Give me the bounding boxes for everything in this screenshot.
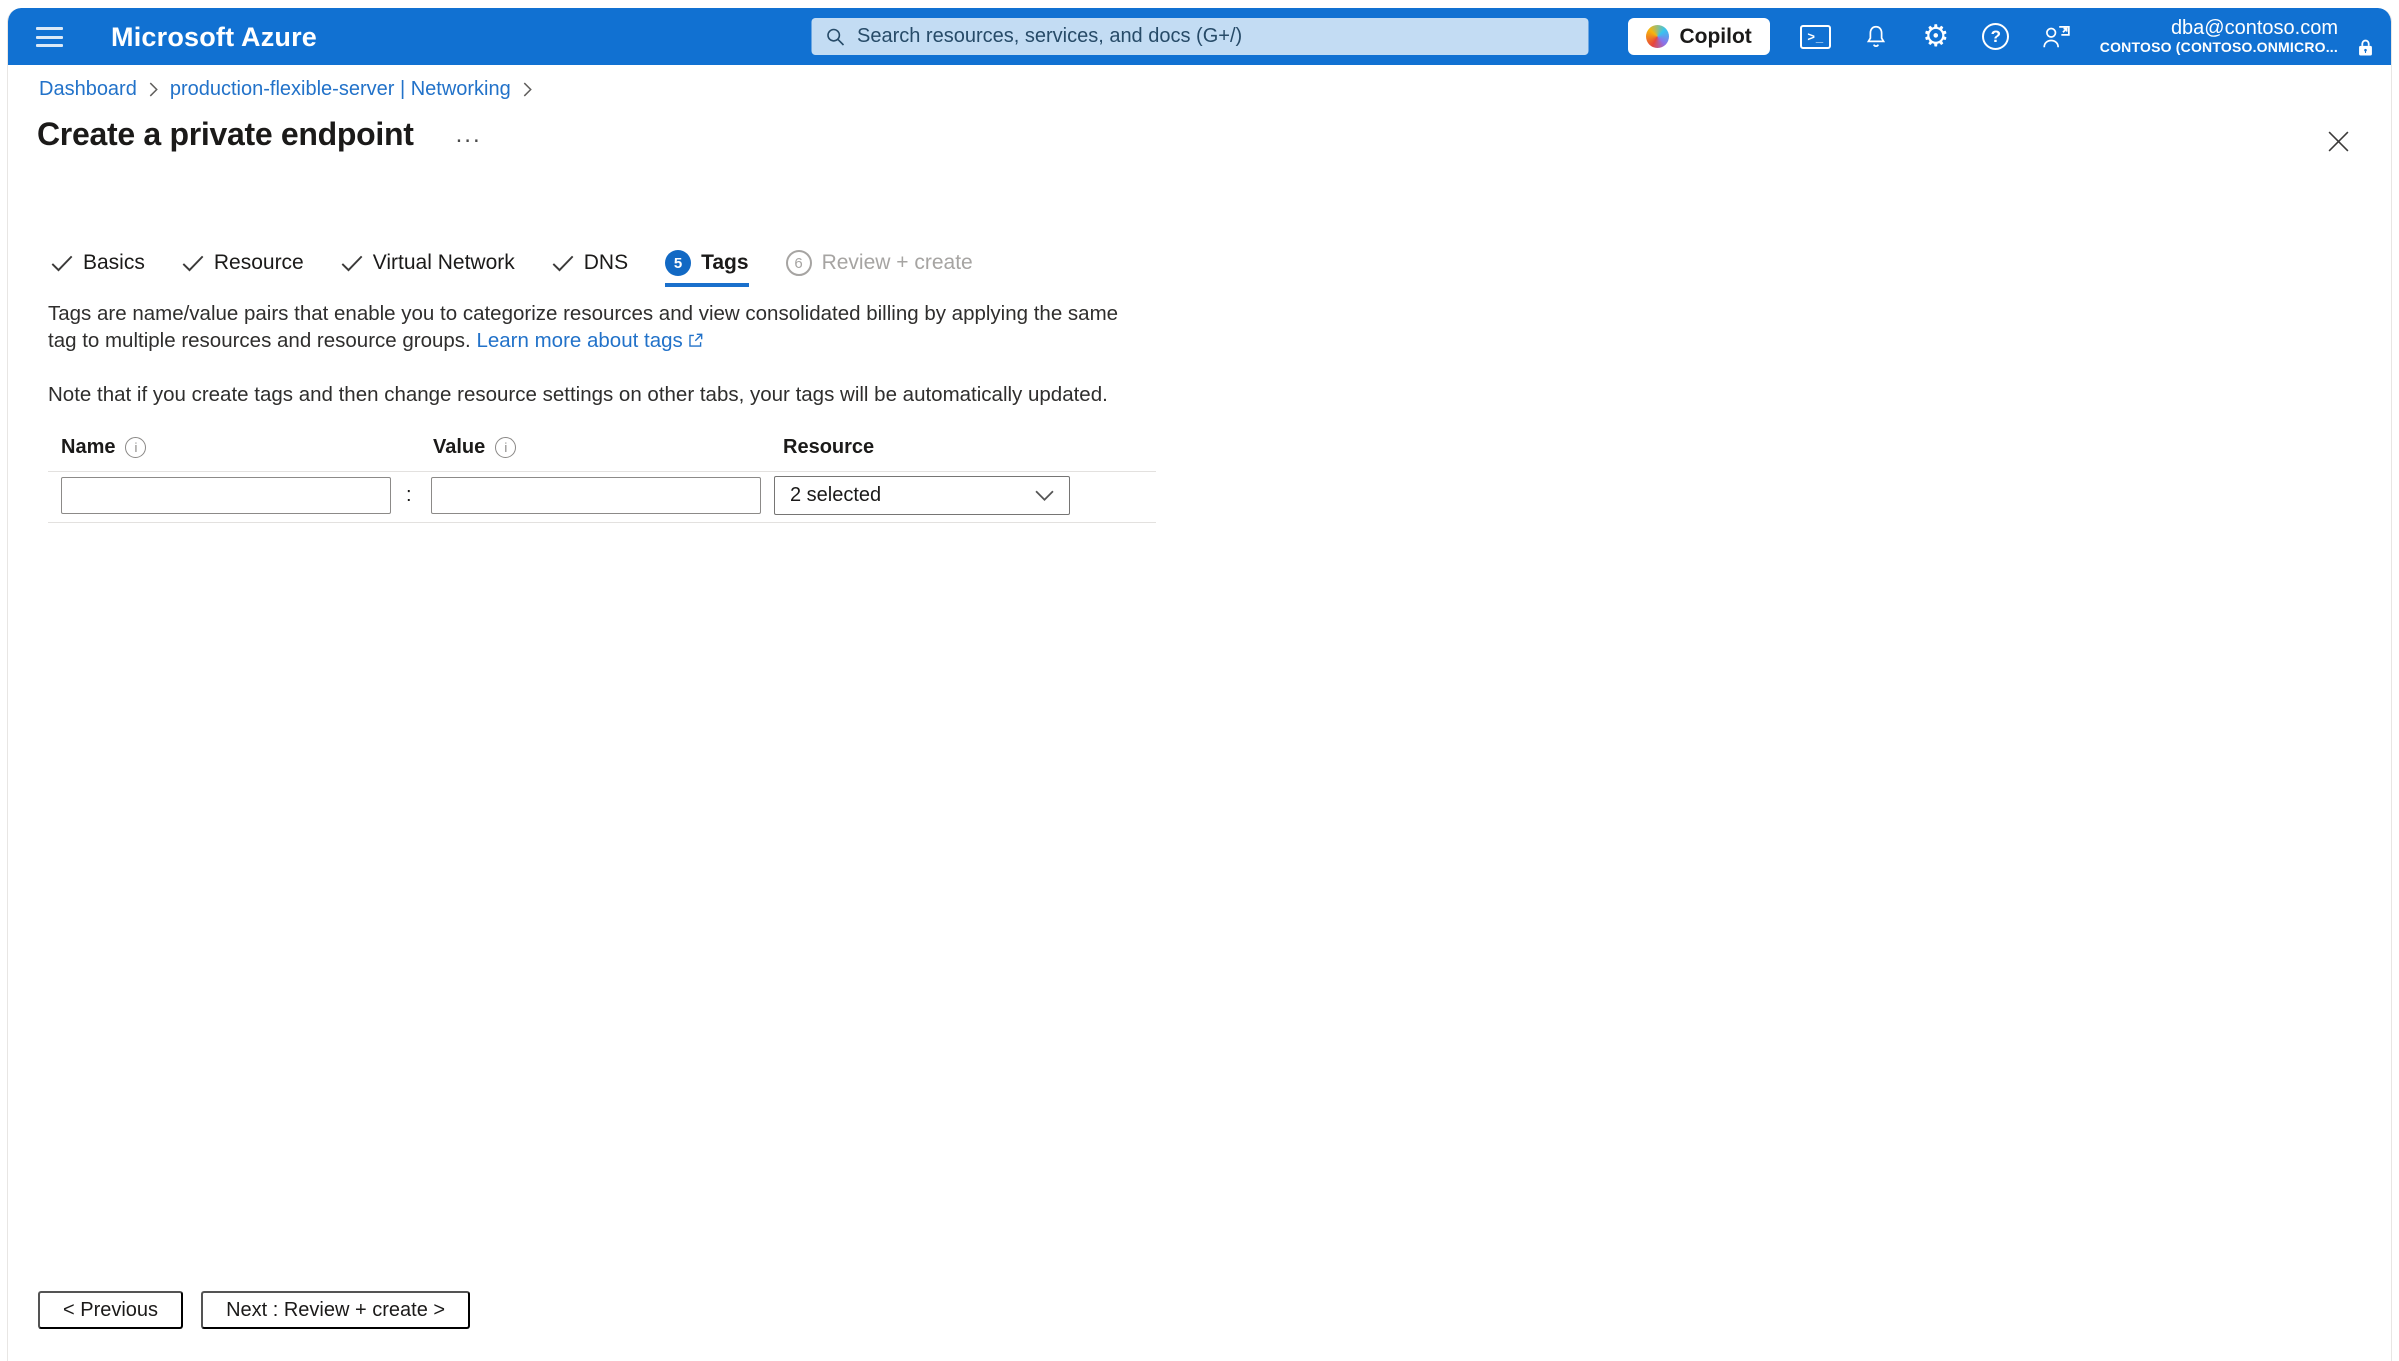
account-tenant: CONTOSO (CONTOSO.ONMICRO... [2099,39,2338,55]
tab-virtual-network[interactable]: Virtual Network [341,245,515,281]
next-review-create-button[interactable]: Next : Review + create > [201,1291,471,1329]
tab-label: Review + create [821,251,973,274]
tab-dns[interactable]: DNS [552,245,628,281]
resource-column-header: Resource [783,436,875,458]
help-button[interactable]: ? [1966,8,2026,65]
learn-more-link[interactable]: Learn more about tags [476,329,703,352]
chevron-right-icon [523,82,532,97]
tags-description: Tags are name/value pairs that enable yo… [48,300,1138,354]
cloud-shell-icon: >_ [1800,24,1832,49]
breadcrumb: Dashboard production-flexible-server | N… [39,78,544,101]
bell-icon [1866,25,1885,47]
hamburger-icon [36,27,63,30]
previous-button[interactable]: < Previous [38,1291,184,1329]
wizard-tabs: Basics Resource Virtual Network DNS 5 Ta… [51,245,973,287]
name-value-separator: : [406,484,412,506]
tab-label: Resource [213,251,304,274]
step-number-badge: 5 [665,250,692,276]
account-info[interactable]: dba@contoso.com CONTOSO (CONTOSO.ONMICRO… [2100,17,2338,56]
check-icon [341,255,363,271]
tab-basics[interactable]: Basics [51,245,145,281]
app-title[interactable]: Microsoft Azure [111,22,317,53]
tag-name-input[interactable] [61,477,391,514]
tag-value-input[interactable] [431,477,761,514]
hamburger-menu-button[interactable] [36,25,66,49]
top-navigation-bar: Microsoft Azure Copilot >_ ⚙ [8,8,2391,65]
chevron-down-icon [1035,490,1054,501]
external-link-icon [689,333,703,347]
lock-icon [2358,17,2373,57]
tab-review-create[interactable]: 6 Review + create [785,245,973,281]
topbar-actions: Copilot >_ ⚙ ? dba@contoso.com CONTOSO (… [1628,8,2379,65]
tab-resource[interactable]: Resource [182,245,304,281]
account-email: dba@contoso.com [2170,17,2338,39]
tab-label: Virtual Network [372,251,515,274]
resource-dropdown-value: 2 selected [790,484,882,506]
tab-label: Tags [701,251,749,274]
search-input[interactable] [857,25,1574,48]
copilot-label: Copilot [1679,24,1752,48]
azure-portal-window: Microsoft Azure Copilot >_ ⚙ [7,8,2392,1361]
breadcrumb-server-networking[interactable]: production-flexible-server | Networking [170,78,511,101]
check-icon [51,255,73,271]
tags-note: Note that if you create tags and then ch… [48,383,1108,406]
info-icon[interactable]: i [125,437,147,458]
more-options-button[interactable]: ... [456,122,482,146]
check-icon [552,255,574,271]
global-search-box[interactable] [811,18,1588,55]
close-icon [2328,131,2348,151]
search-icon [826,28,844,46]
chevron-right-icon [149,82,158,97]
tab-label: Basics [83,251,145,274]
tab-tags[interactable]: 5 Tags [665,245,749,287]
check-icon [182,255,204,271]
value-column-header: Value i [433,436,517,459]
breadcrumb-dashboard[interactable]: Dashboard [39,78,137,101]
copilot-button[interactable]: Copilot [1628,18,1770,55]
feedback-button[interactable] [2026,8,2086,65]
table-divider [48,471,1156,472]
settings-button[interactable]: ⚙ [1906,8,1966,65]
feedback-icon [2043,26,2070,48]
page-title: Create a private endpoint [37,116,414,152]
wizard-footer: < Previous Next : Review + create > [38,1291,471,1329]
gear-icon: ⚙ [1922,18,1950,54]
resource-dropdown[interactable]: 2 selected [774,476,1070,515]
notifications-button[interactable] [1846,8,1906,65]
info-icon[interactable]: i [495,437,517,458]
tab-label: DNS [583,251,629,274]
help-icon: ? [1982,23,2010,50]
close-button[interactable] [2323,126,2353,156]
cloud-shell-button[interactable]: >_ [1786,8,1846,65]
step-number-badge: 6 [785,250,812,276]
name-column-header: Name i [61,436,147,459]
table-divider [48,522,1156,523]
copilot-icon [1646,25,1670,48]
